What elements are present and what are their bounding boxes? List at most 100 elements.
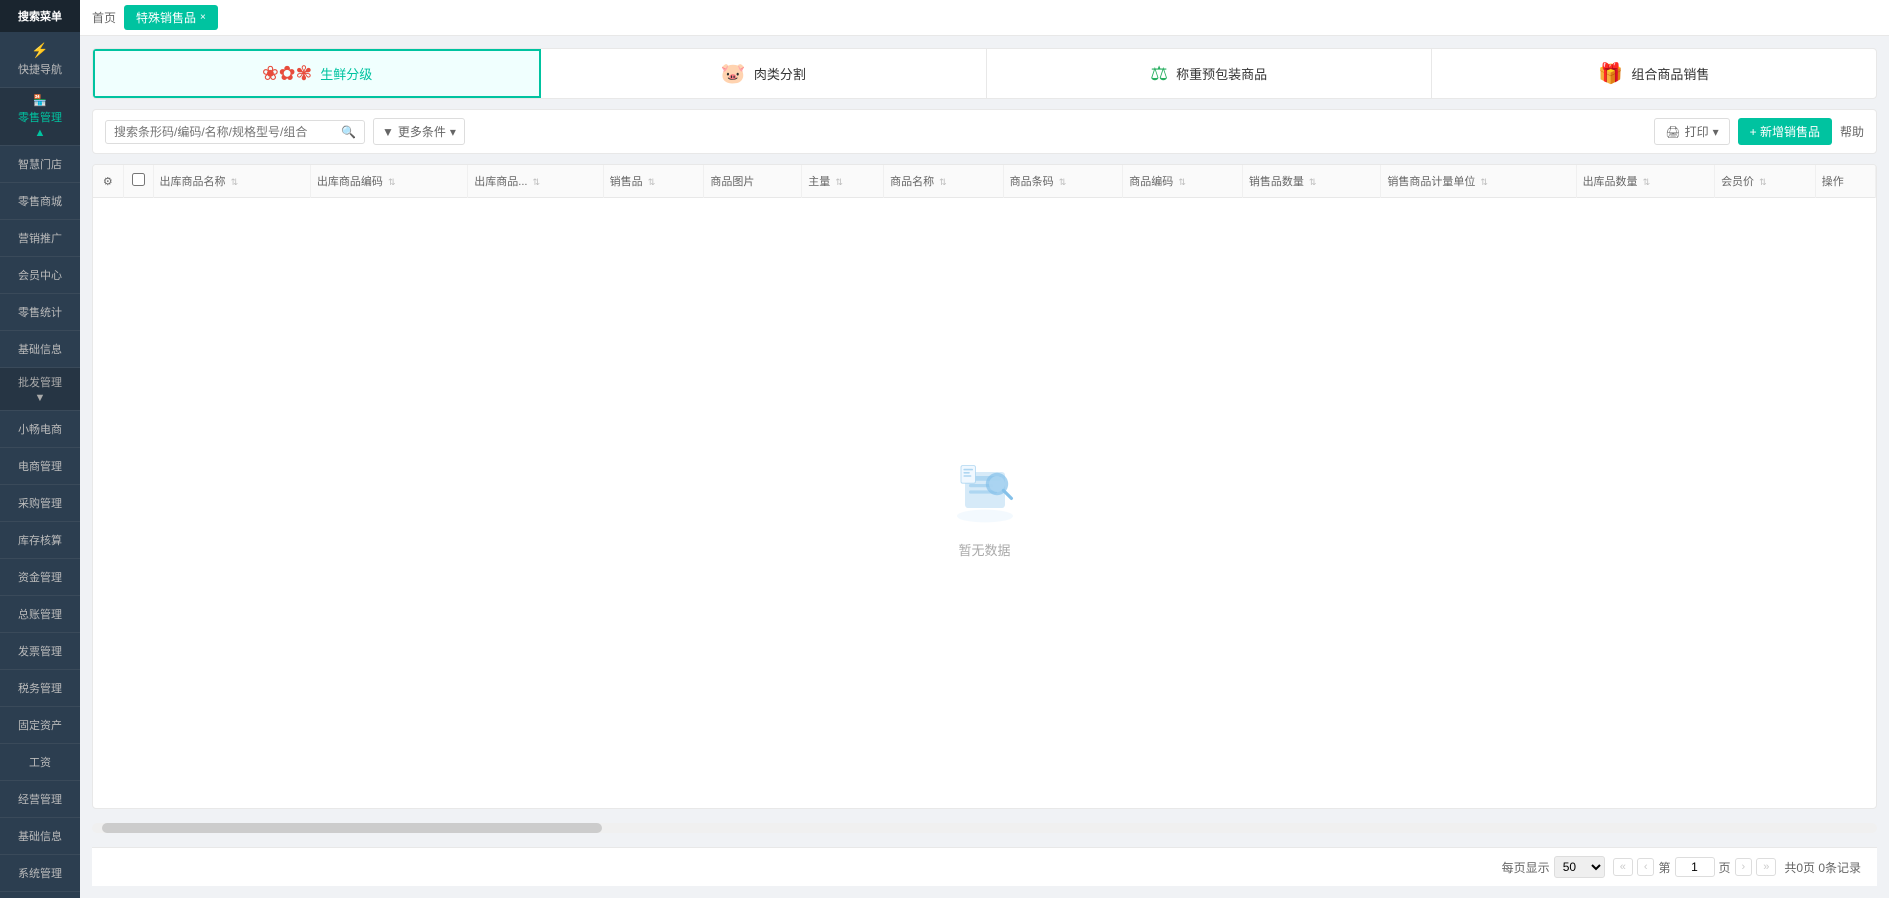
sidebar-item-fixed-assets[interactable]: 固定资产 [0, 707, 80, 744]
sidebar-item-labor[interactable]: 工资 [0, 744, 80, 781]
category-tab-scale[interactable]: ⚖ 称重预包装商品 [987, 49, 1432, 98]
page-suffix: 页 [1719, 859, 1731, 876]
th-checkbox[interactable] [123, 165, 153, 198]
th-main-weight[interactable]: 主量 ⇅ [802, 165, 884, 198]
select-all-checkbox[interactable] [132, 173, 145, 186]
combo-tab-label: 组合商品销售 [1631, 64, 1709, 83]
search-icon: 🔍 [341, 125, 356, 139]
search-input[interactable] [114, 125, 337, 139]
add-button[interactable]: + 新增销售品 [1738, 118, 1832, 145]
th-product-code-label: 商品编码 [1129, 176, 1173, 188]
per-page-select[interactable]: 50 10 20 100 [1554, 856, 1605, 878]
sidebar-item-smart-store[interactable]: 智慧门店 [0, 146, 80, 183]
sidebar-item-quick-nav[interactable]: ⚡ 快捷导航 [0, 32, 80, 88]
th-sale-qty[interactable]: 销售品数量 ⇅ [1242, 165, 1381, 198]
ledger-mgmt-label: 总账管理 [18, 606, 62, 622]
category-tab-combo[interactable]: 🎁 组合商品销售 [1432, 49, 1876, 98]
active-tab[interactable]: 特殊销售品 × [124, 5, 218, 30]
sidebar-item-label: 零售管理 [18, 109, 62, 125]
horizontal-scrollbar[interactable] [92, 823, 1877, 833]
retail-mall-label: 零售商城 [18, 193, 62, 209]
sidebar-item-sys-mgmt[interactable]: 系统管理 [0, 855, 80, 892]
toolbar-right: 🖨 打印 ▾ + 新增销售品 帮助 [1654, 118, 1864, 145]
total-info: 共0页 0条记录 [1784, 859, 1861, 876]
wholesale-mgmt-label: 批发管理 [18, 374, 62, 390]
sidebar-item-retail-mgmt[interactable]: 🏪 零售管理 ▲ [0, 88, 80, 146]
th-product-code[interactable]: 商品编码 ⇅ [1123, 165, 1243, 198]
help-button[interactable]: 帮助 [1840, 123, 1864, 140]
page-input[interactable] [1675, 857, 1715, 877]
sidebar-item-enterprise[interactable]: 企业协同 [0, 892, 80, 898]
tax-mgmt-label: 税务管理 [18, 680, 62, 696]
sidebar-item-finance-mgmt[interactable]: 资金管理 [0, 559, 80, 596]
topbar: 首页 特殊销售品 × [80, 0, 1889, 36]
next-page-button[interactable]: › [1735, 858, 1753, 876]
filter-button[interactable]: ▼ 更多条件 ▾ [373, 118, 465, 145]
sidebar-logo[interactable]: 搜索菜单 [0, 0, 80, 32]
mini-ecom-label: 小畅电商 [18, 421, 62, 437]
scrollbar-thumb[interactable] [102, 823, 602, 833]
sidebar-item-mini-ecom[interactable]: 小畅电商 [0, 411, 80, 448]
th-out-name-label: 出库商品名称 [160, 176, 226, 188]
sidebar-item-ledger-mgmt[interactable]: 总账管理 [0, 596, 80, 633]
print-label: 打印 [1685, 123, 1709, 140]
th-member-price[interactable]: 会员价 ⇅ [1715, 165, 1816, 198]
sidebar-item-member-center[interactable]: 会员中心 [0, 257, 80, 294]
th-out-code[interactable]: 出库商品编码 ⇅ [310, 165, 467, 198]
sidebar-item-ecom-mgmt[interactable]: 电商管理 [0, 448, 80, 485]
category-tab-meat[interactable]: 🐷 肉类分割 [541, 49, 986, 98]
sidebar-item-inventory[interactable]: 库存核算 [0, 522, 80, 559]
th-sale-qty-label: 销售品数量 [1249, 176, 1304, 188]
th-main-weight-label: 主量 [808, 176, 830, 188]
sidebar-item-tax-mgmt[interactable]: 税务管理 [0, 670, 80, 707]
th-sale-unit[interactable]: 销售商品计量单位 ⇅ [1381, 165, 1576, 198]
th-sale-item-label: 销售品 [610, 176, 643, 188]
search-box[interactable]: 🔍 [105, 120, 365, 144]
retail-mgmt-icon: 🏪 [33, 94, 47, 107]
last-page-button[interactable]: » [1756, 858, 1776, 876]
sort-arrows-out-name: ⇅ [231, 177, 239, 187]
marketing-label: 营销推广 [18, 230, 62, 246]
expand-icon: ▲ [35, 127, 46, 139]
quick-nav-icon: ⚡ [31, 42, 48, 59]
sidebar-item-marketing[interactable]: 营销推广 [0, 220, 80, 257]
fixed-assets-label: 固定资产 [18, 717, 62, 733]
first-page-button[interactable]: « [1613, 858, 1633, 876]
th-out-qty-label: 出库品数量 [1583, 176, 1638, 188]
sidebar-item-purchase-mgmt[interactable]: 采购管理 [0, 485, 80, 522]
th-sale-item[interactable]: 销售品 ⇅ [603, 165, 704, 198]
invoice-mgmt-label: 发票管理 [18, 643, 62, 659]
close-tab-button[interactable]: × [200, 12, 206, 23]
th-barcode-label: 商品条码 [1010, 176, 1054, 188]
th-out-name[interactable]: 出库商品名称 ⇅ [153, 165, 310, 198]
th-member-price-label: 会员价 [1721, 176, 1754, 188]
th-settings[interactable]: ⚙ [93, 165, 123, 198]
th-barcode[interactable]: 商品条码 ⇅ [1003, 165, 1123, 198]
per-page-label: 每页显示 [1502, 859, 1550, 876]
table-container: ⚙ 出库商品名称 ⇅ 出库商品编码 ⇅ 出库商品 [92, 164, 1877, 809]
sidebar-item-ops-mgmt[interactable]: 经营管理 [0, 781, 80, 818]
category-tab-fresh[interactable]: ❀✿✾ 生鲜分级 [93, 49, 541, 98]
purchase-mgmt-label: 采购管理 [18, 495, 62, 511]
sidebar-item-retail-stats[interactable]: 零售统计 [0, 294, 80, 331]
category-tabs: ❀✿✾ 生鲜分级 🐷 肉类分割 ⚖ 称重预包装商品 🎁 组合商品销售 [92, 48, 1877, 99]
print-button[interactable]: 🖨 打印 ▾ [1654, 118, 1729, 145]
sort-arrows-out-qty: ⇅ [1643, 177, 1651, 187]
th-product-name[interactable]: 商品名称 ⇅ [884, 165, 1004, 198]
sort-arrows-out-spec: ⇅ [533, 177, 541, 187]
sidebar-item-basic-info2[interactable]: 基础信息 [0, 818, 80, 855]
inventory-label: 库存核算 [18, 532, 62, 548]
th-out-qty[interactable]: 出库品数量 ⇅ [1576, 165, 1715, 198]
sidebar-item-basic-info[interactable]: 基础信息 [0, 331, 80, 368]
prev-page-button[interactable]: ‹ [1637, 858, 1655, 876]
home-link[interactable]: 首页 [92, 9, 116, 26]
sidebar-item-wholesale-mgmt[interactable]: 批发管理 ▼ [0, 368, 80, 411]
ecom-mgmt-label: 电商管理 [18, 458, 62, 474]
th-out-spec[interactable]: 出库商品... ⇅ [468, 165, 603, 198]
active-tab-label: 特殊销售品 [136, 9, 196, 26]
th-out-spec-label: 出库商品... [474, 176, 527, 188]
sidebar-item-invoice-mgmt[interactable]: 发票管理 [0, 633, 80, 670]
content-area: ❀✿✾ 生鲜分级 🐷 肉类分割 ⚖ 称重预包装商品 🎁 组合商品销售 🔍 [80, 36, 1889, 898]
sort-arrows-main-weight: ⇅ [835, 177, 843, 187]
sidebar-item-retail-mall[interactable]: 零售商城 [0, 183, 80, 220]
